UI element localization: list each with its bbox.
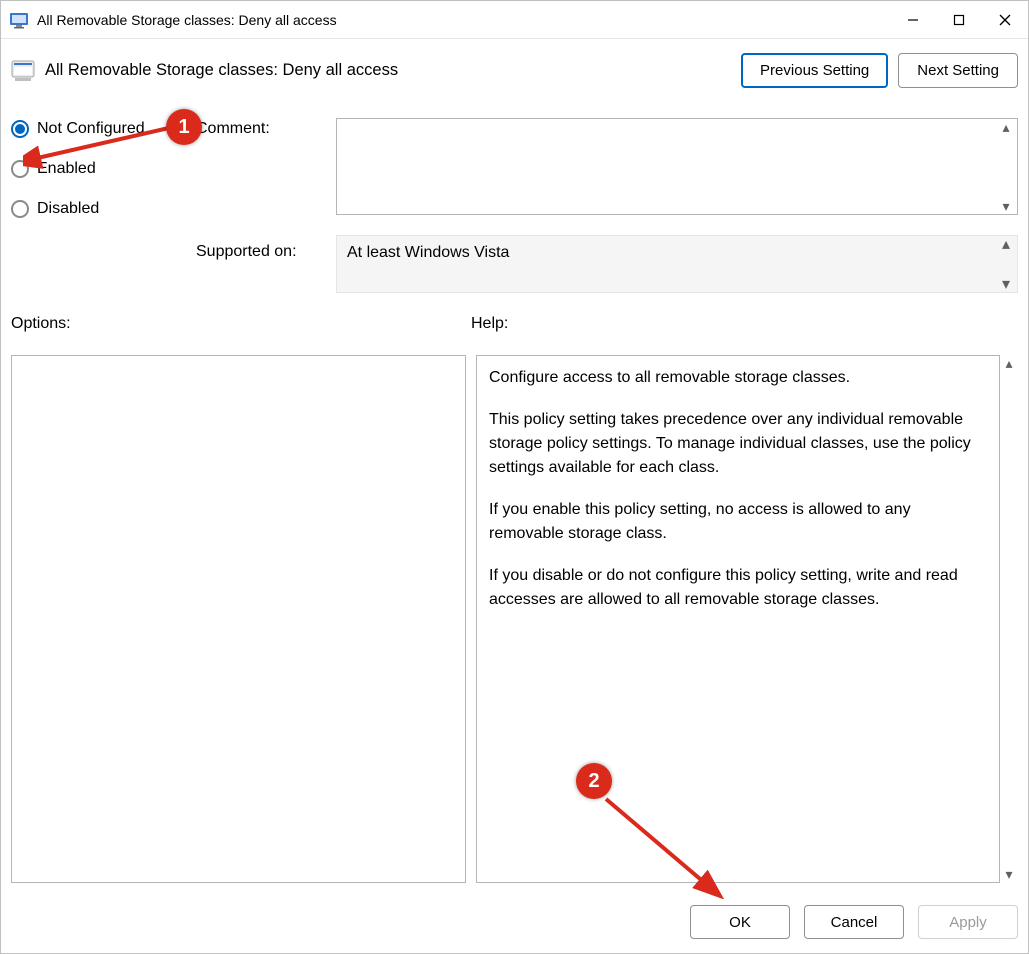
help-paragraph: Configure access to all removable storag…: [489, 366, 987, 390]
cancel-button[interactable]: Cancel: [804, 905, 904, 939]
next-setting-button[interactable]: Next Setting: [898, 53, 1018, 88]
header-row: All Removable Storage classes: Deny all …: [11, 53, 1018, 88]
window-title: All Removable Storage classes: Deny all …: [37, 12, 337, 28]
help-scrollbar[interactable]: ▴ ▾: [1000, 355, 1018, 883]
chevron-up-icon[interactable]: ▴: [1005, 355, 1012, 372]
chevron-down-icon[interactable]: ▾: [997, 198, 1015, 214]
meta-area: Comment: ▴ ▾ Supported on: At least Wind…: [196, 118, 1018, 293]
options-pane: [11, 355, 466, 883]
help-paragraph: If you enable this policy setting, no ac…: [489, 498, 987, 546]
options-label: Options:: [11, 315, 471, 333]
comment-scroll[interactable]: ▴ ▾: [997, 119, 1015, 214]
chevron-up-icon[interactable]: ▴: [997, 119, 1015, 135]
annotation-badge-1: 1: [166, 109, 202, 145]
help-pane: Configure access to all removable storag…: [476, 355, 1000, 883]
ok-button[interactable]: OK: [690, 905, 790, 939]
titlebar: All Removable Storage classes: Deny all …: [1, 1, 1028, 39]
close-button[interactable]: [982, 1, 1028, 39]
help-paragraph: If you disable or do not configure this …: [489, 564, 987, 612]
content-area: 1 2 All Removable Storage classes: Deny …: [1, 39, 1028, 893]
policy-dialog-window: All Removable Storage classes: Deny all …: [0, 0, 1029, 954]
annotation-arrow-2: [591, 789, 731, 899]
chevron-down-icon[interactable]: ▾: [1005, 866, 1012, 883]
comment-input[interactable]: ▴ ▾: [336, 118, 1018, 215]
help-outer: Configure access to all removable storag…: [476, 355, 1018, 883]
chevron-down-icon[interactable]: ▾: [997, 276, 1015, 292]
radio-icon: [11, 200, 29, 218]
annotation-badge-2: 2: [576, 763, 612, 799]
supported-on-text: At least Windows Vista: [347, 244, 509, 261]
apply-button: Apply: [918, 905, 1018, 939]
supported-on-box: At least Windows Vista ▴ ▾: [336, 235, 1018, 293]
help-label: Help:: [471, 315, 508, 333]
panels: Configure access to all removable storag…: [11, 355, 1018, 883]
comment-label: Comment:: [196, 118, 336, 215]
section-labels: Options: Help:: [11, 315, 1018, 333]
chevron-up-icon[interactable]: ▴: [997, 236, 1015, 252]
supported-label: Supported on:: [196, 215, 336, 293]
footer: OK Cancel Apply: [1, 893, 1028, 953]
maximize-button[interactable]: [936, 1, 982, 39]
minimize-button[interactable]: [890, 1, 936, 39]
annotation-arrow-1: [23, 119, 183, 169]
help-paragraph: This policy setting takes precedence ove…: [489, 408, 987, 480]
radio-disabled[interactable]: Disabled: [11, 200, 196, 218]
supported-scroll[interactable]: ▴ ▾: [997, 236, 1015, 292]
radio-label: Disabled: [37, 200, 99, 218]
app-icon: [9, 10, 29, 30]
previous-setting-button[interactable]: Previous Setting: [741, 53, 888, 88]
header-title: All Removable Storage classes: Deny all …: [45, 61, 398, 80]
policy-icon: [11, 58, 37, 84]
